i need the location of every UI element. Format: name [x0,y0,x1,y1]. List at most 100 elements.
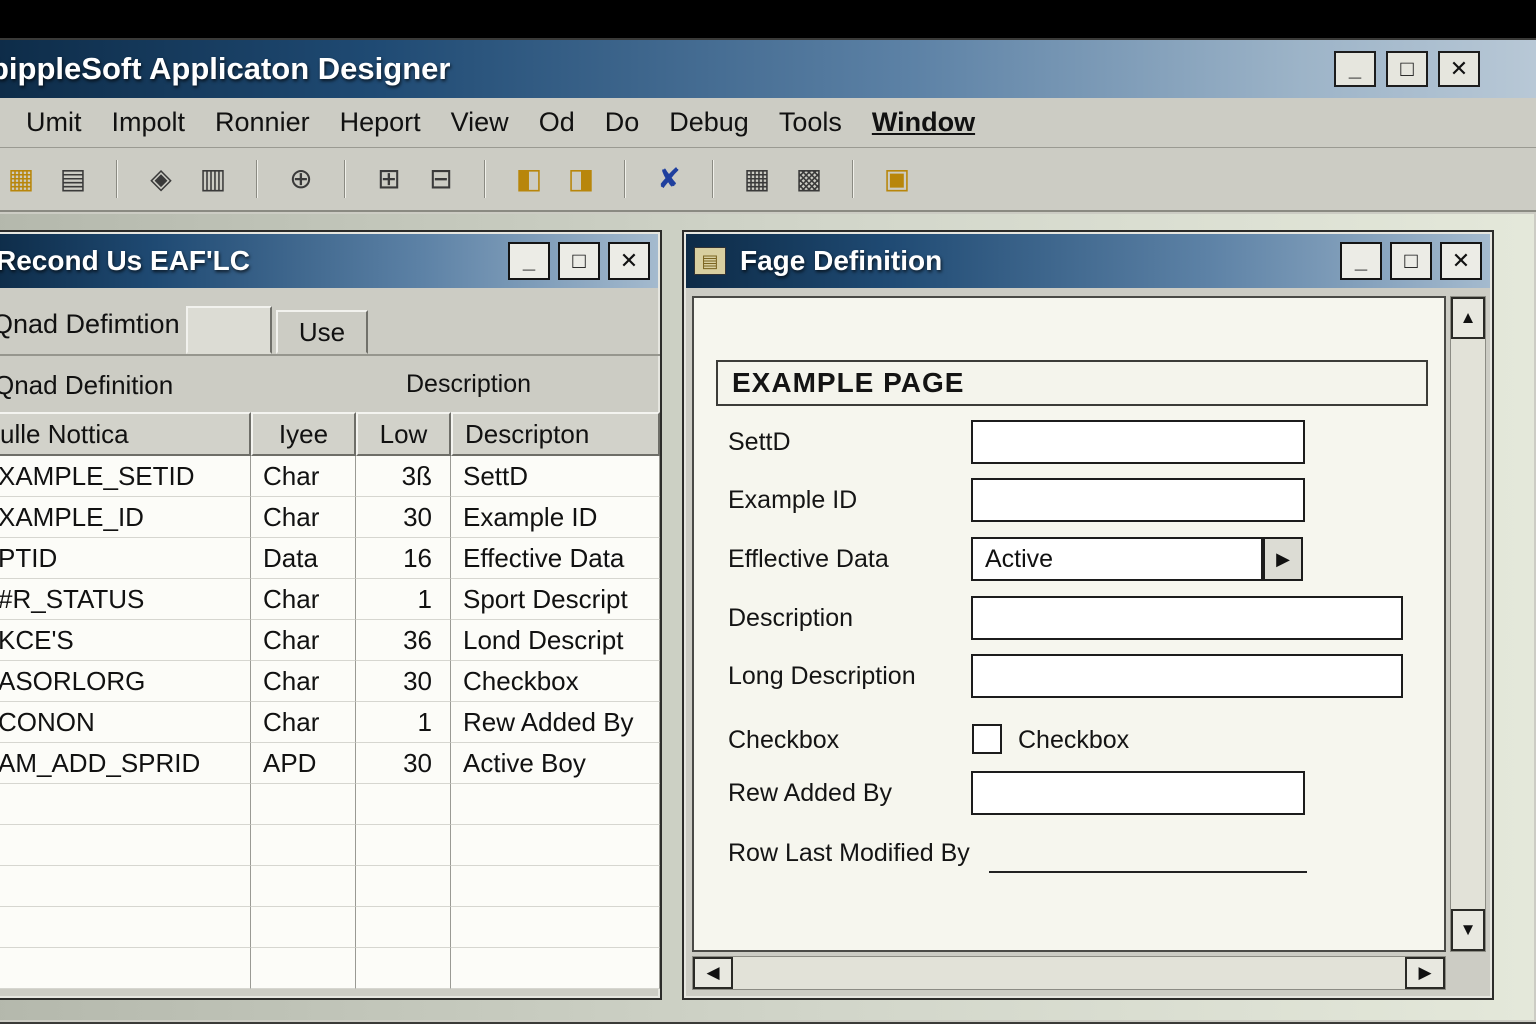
vertical-scrollbar[interactable]: ▲ ▼ [1450,296,1486,952]
scroll-left-icon[interactable]: ◀ [693,957,733,989]
column-header-len[interactable]: Low [356,412,451,456]
menu-item-od[interactable]: Od [539,107,575,138]
minimize-button[interactable]: _ [1334,51,1376,87]
cell-field-name[interactable]: CONON [0,702,251,743]
description-input[interactable] [971,596,1403,640]
table-row[interactable]: PTID Data 16 Effective Data [0,538,660,579]
maximize-button[interactable]: □ [1386,51,1428,87]
toolbar-grid-properties-button[interactable]: ▩ [786,156,832,202]
toolbar-build-button[interactable]: ✘ [646,156,692,202]
table-row[interactable]: ASORLORG Char 30 Checkbox [0,661,660,702]
menu-item-view[interactable]: View [451,107,509,138]
menu-item-tools[interactable]: Tools [779,107,842,138]
effective-date-dropdown[interactable]: Active [971,537,1263,581]
table-row-empty[interactable] [0,948,660,989]
toolbar-grid-button[interactable]: ▦ [734,156,780,202]
menu-item-do[interactable]: Do [605,107,640,138]
cell-description[interactable]: Active Boy [451,743,660,784]
record-window-titlebar[interactable]: Recond Us EAF'LC _ □ ✕ [0,234,658,288]
table-row-empty[interactable] [0,907,660,948]
scroll-right-icon[interactable]: ▶ [1405,957,1445,989]
app-titlebar[interactable]: bippleSoft Applicaton Designer _ □ ✕ [0,40,1536,98]
maximize-button[interactable]: □ [1390,242,1432,280]
tab-definition[interactable]: Qnad Defimtion [0,309,180,340]
cell-type[interactable]: Data [251,538,356,579]
cell-length[interactable]: 1 [356,702,451,743]
cell-type[interactable]: Char [251,620,356,661]
menu-item-umit[interactable]: Umit [26,107,82,138]
cell-length[interactable]: 1 [356,579,451,620]
table-row[interactable]: #R_STATUS Char 1 Sport Descript [0,579,660,620]
page-window-titlebar[interactable]: ▤ Fage Definition _ □ ✕ [686,234,1490,288]
cell-type[interactable]: Char [251,497,356,538]
cell-description[interactable]: Sport Descript [451,579,660,620]
column-header-type[interactable]: Iyee [251,412,356,456]
minimize-button[interactable]: _ [1340,242,1382,280]
toolbar-copy-button[interactable]: ▥ [190,156,236,202]
table-row[interactable]: CONON Char 1 Rew Added By [0,702,660,743]
cell-length[interactable]: 3ß [356,456,451,497]
cell-length[interactable]: 36 [356,620,451,661]
dropdown-arrow-icon[interactable]: ▶ [1263,537,1303,581]
toolbar-properties-button[interactable]: ▣ [874,156,920,202]
cell-description[interactable]: Rew Added By [451,702,660,743]
cell-field-name[interactable]: PTID [0,538,251,579]
menu-item-window[interactable]: Window [872,107,975,138]
cell-description[interactable]: Effective Data [451,538,660,579]
tab-use[interactable]: Use [276,310,368,354]
scroll-up-icon[interactable]: ▲ [1451,297,1485,339]
cell-description[interactable]: Lond Descript [451,620,660,661]
cell-length[interactable]: 30 [356,743,451,784]
menu-item-debug[interactable]: Debug [669,107,749,138]
cell-field-name[interactable]: ASORLORG [0,661,251,702]
close-button[interactable]: ✕ [1438,51,1480,87]
table-row[interactable]: XAMPLE_ID Char 30 Example ID [0,497,660,538]
column-header-field-name[interactable]: ulle Nottica [0,412,251,456]
tab-spacer[interactable] [186,306,272,354]
toolbar-open-button[interactable]: ▤ [50,156,96,202]
toolbar-insert-field-button[interactable]: ◧ [506,156,552,202]
cell-description[interactable]: Checkbox [451,661,660,702]
setid-input[interactable] [971,420,1305,464]
cell-description[interactable]: Example ID [451,497,660,538]
example-id-input[interactable] [971,478,1305,522]
toolbar-link-button[interactable]: ⊕ [278,156,324,202]
long-description-input[interactable] [971,654,1403,698]
toolbar-insert-record-button[interactable]: ◨ [558,156,604,202]
toolbar-tile-button[interactable]: ⊟ [418,156,464,202]
close-button[interactable]: ✕ [1440,242,1482,280]
cell-type[interactable]: Char [251,702,356,743]
scroll-down-icon[interactable]: ▼ [1451,909,1485,951]
cell-length[interactable]: 30 [356,497,451,538]
cell-length[interactable]: 30 [356,661,451,702]
table-row[interactable]: AM_ADD_SPRID APD 30 Active Boy [0,743,660,784]
table-row[interactable]: KCE'S Char 36 Lond Descript [0,620,660,661]
cell-type[interactable]: Char [251,579,356,620]
table-row-empty[interactable] [0,866,660,907]
cell-type[interactable]: Char [251,456,356,497]
column-header-description[interactable]: Descripton [451,412,660,456]
row-added-by-input[interactable] [971,771,1305,815]
cell-field-name[interactable]: #R_STATUS [0,579,251,620]
table-row[interactable]: XAMPLE_SETID Char 3ß SettD [0,456,660,497]
maximize-button[interactable]: □ [558,242,600,280]
menu-item-heport[interactable]: Heport [340,107,421,138]
menu-item-ronnier[interactable]: Ronnier [215,107,310,138]
close-button[interactable]: ✕ [608,242,650,280]
cell-field-name[interactable]: AM_ADD_SPRID [0,743,251,784]
toolbar-find-button[interactable]: ◈ [138,156,184,202]
cell-description[interactable]: SettD [451,456,660,497]
table-row-empty[interactable] [0,825,660,866]
cell-type[interactable]: Char [251,661,356,702]
toolbar-cascade-button[interactable]: ⊞ [366,156,412,202]
cell-type[interactable]: APD [251,743,356,784]
toolbar-save-button[interactable]: ▦ [0,156,44,202]
checkbox-control[interactable] [972,724,1002,754]
cell-field-name[interactable]: XAMPLE_ID [0,497,251,538]
menu-item-impolt[interactable]: Impolt [112,107,186,138]
table-row-empty[interactable] [0,784,660,825]
cell-length[interactable]: 16 [356,538,451,579]
minimize-button[interactable]: _ [508,242,550,280]
horizontal-scrollbar[interactable]: ◀ ▶ [692,956,1446,990]
cell-field-name[interactable]: KCE'S [0,620,251,661]
